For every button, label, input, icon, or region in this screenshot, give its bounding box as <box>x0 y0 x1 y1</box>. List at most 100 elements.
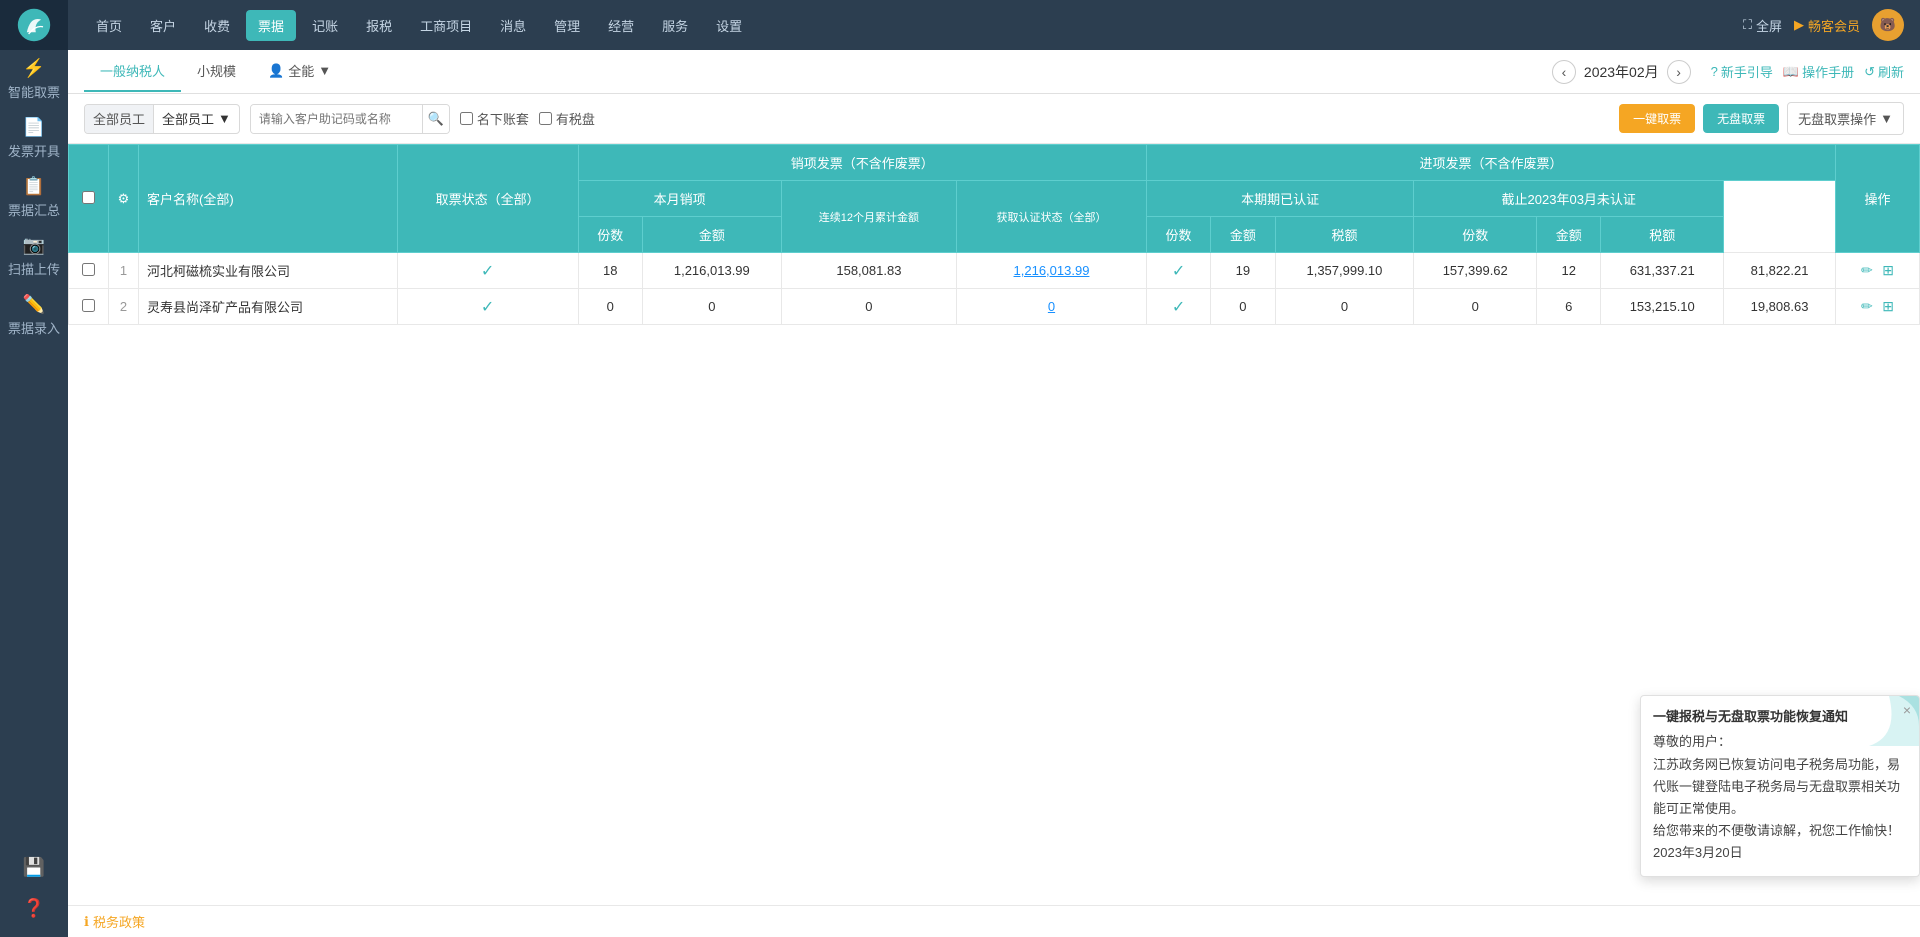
nav-manage[interactable]: 管理 <box>542 10 592 41</box>
row2-select[interactable] <box>82 299 95 312</box>
nav-charge[interactable]: 收费 <box>192 10 242 41</box>
sidebar-item-smart-ticket[interactable]: ⚡ 智能取票 <box>0 50 68 109</box>
row2-checkbox[interactable] <box>69 289 109 325</box>
sidebar: ⚡ 智能取票 📄 发票开具 📋 票据汇总 📷 扫描上传 ✏️ 票据录入 💾 ❓ <box>0 0 68 937</box>
search-box: 🔍 <box>250 104 450 134</box>
tab-general-taxpayer[interactable]: 一般纳税人 <box>84 51 181 92</box>
sidebar-item-help[interactable]: ❓ <box>0 890 68 927</box>
sidebar-item-invoice-entry[interactable]: ✏️ 票据录入 <box>0 286 68 345</box>
row2-uncert-count: 6 <box>1537 289 1601 325</box>
staff-value-text: 全部员工 <box>162 109 214 128</box>
more-dropdown-icon: ▼ <box>1880 111 1893 126</box>
nav-settings[interactable]: 设置 <box>704 10 754 41</box>
staff-selector[interactable]: 全部员工 全部员工 ▼ <box>84 104 240 134</box>
search-input[interactable] <box>251 105 422 133</box>
col-uncert-amount: 金额 <box>1537 217 1601 253</box>
row2-num: 2 <box>109 289 139 325</box>
select-all-checkbox[interactable] <box>82 191 95 204</box>
sidebar-item-issue-invoice[interactable]: 📄 发票开具 <box>0 109 68 168</box>
notification-text: 江苏政务网已恢复访问电子税务局功能，易代账一键登陆电子税务局与无盘取票相关功能可… <box>1653 754 1907 820</box>
pencil-icon: ✏️ <box>23 294 45 315</box>
prev-month-btn[interactable]: ‹ <box>1552 60 1576 84</box>
sidebar-item-scan-upload[interactable]: 📷 扫描上传 <box>0 227 68 286</box>
row1-cumulative-link[interactable]: 1,216,013.99 <box>1014 263 1090 278</box>
sidebar-logo <box>0 0 68 50</box>
row2-uncert-tax: 19,808.63 <box>1724 289 1836 325</box>
checkbox-tax-disk[interactable]: 有税盘 <box>539 109 595 128</box>
row1-checkbox[interactable] <box>69 253 109 289</box>
row1-check-icon: ✓ <box>481 263 494 280</box>
nav-invoice[interactable]: 票据 <box>246 10 296 41</box>
next-month-btn[interactable]: › <box>1667 60 1691 84</box>
nav-customer[interactable]: 客户 <box>138 10 188 41</box>
chevron-down-icon: ▼ <box>318 63 331 78</box>
row2-ticket-status: ✓ <box>397 289 578 325</box>
nav-tax[interactable]: 报税 <box>354 10 404 41</box>
row2-cumulative-link[interactable]: 0 <box>1048 299 1055 314</box>
table-row: 1 河北柯磁梳实业有限公司 ✓ 18 1,216,013.99 158,081.… <box>69 253 1920 289</box>
row1-uncert-count: 12 <box>1537 253 1601 289</box>
col-uncert-count: 份数 <box>1414 217 1537 253</box>
camera-icon: 📷 <box>23 235 45 256</box>
staff-selector-label: 全部员工 <box>85 105 154 133</box>
notification-close-btn[interactable]: × <box>1903 702 1911 718</box>
row1-month-tax: 158,081.83 <box>781 253 956 289</box>
row2-copy-icon[interactable]: ⊞ <box>1882 298 1894 314</box>
staff-selector-value: 全部员工 ▼ <box>154 109 239 128</box>
tab-all[interactable]: 👤 全能 ▼ <box>252 51 347 92</box>
help-icon: ❓ <box>23 898 45 919</box>
row1-edit-icon[interactable]: ✏ <box>1861 262 1873 278</box>
tab-bar: 一般纳税人 小规模 👤 全能 ▼ ‹ 2023年02月 › ? 新手引导 📖 操… <box>68 50 1920 94</box>
row1-cert-icon: ✓ <box>1172 263 1185 280</box>
notification-body: 尊敬的用户： 江苏政务网已恢复访问电子税务局功能，易代账一键登陆电子税务局与无盘… <box>1641 725 1919 876</box>
no-disk-btn[interactable]: 无盘取票 <box>1703 104 1779 133</box>
search-button[interactable]: 🔍 <box>422 105 449 133</box>
nav-operation[interactable]: 经营 <box>596 10 646 41</box>
toolbar-right: 一键取票 无盘取票 无盘取票操作 ▼ <box>1619 102 1904 135</box>
manual-btn[interactable]: 📖 操作手册 <box>1783 62 1854 81</box>
notification-popup: 一键报税与无盘取票功能恢复通知 × 尊敬的用户： 江苏政务网已恢复访问电子税务局… <box>1640 695 1920 877</box>
row2-edit-icon[interactable]: ✏ <box>1861 298 1873 314</box>
tab-small-scale[interactable]: 小规模 <box>181 51 252 92</box>
fullscreen-btn[interactable]: ⛶ 全屏 <box>1743 16 1782 35</box>
staff-dropdown-icon: ▼ <box>218 111 231 126</box>
sidebar-item-save[interactable]: 💾 <box>0 849 68 886</box>
refresh-icon: ↺ <box>1864 64 1875 80</box>
user-avatar[interactable]: 🐻 <box>1872 9 1904 41</box>
row1-uncert-amount: 631,337.21 <box>1601 253 1724 289</box>
checkbox-tax-disk-input[interactable] <box>539 112 552 125</box>
save-icon: 💾 <box>23 857 45 878</box>
tax-policy-link[interactable]: ℹ 税务政策 <box>84 912 145 931</box>
col-month-amount: 金额 <box>642 217 781 253</box>
checkbox-own-account-input[interactable] <box>460 112 473 125</box>
nav-bookkeeping[interactable]: 记账 <box>300 10 350 41</box>
tax-policy-label: 税务政策 <box>93 912 145 931</box>
guide-icon: ? <box>1711 64 1718 79</box>
one-key-btn[interactable]: 一键取票 <box>1619 104 1695 133</box>
document-icon: 📄 <box>23 117 45 138</box>
nav-service[interactable]: 服务 <box>650 10 700 41</box>
checkbox-own-account[interactable]: 名下账套 <box>460 109 529 128</box>
row1-month-amount: 1,216,013.99 <box>642 253 781 289</box>
row1-uncert-tax: 81,822.21 <box>1724 253 1836 289</box>
nav-home[interactable]: 首页 <box>84 10 134 41</box>
lightning-icon: ⚡ <box>23 58 45 79</box>
nav-business[interactable]: 工商项目 <box>408 10 484 41</box>
notification-title: 一键报税与无盘取票功能恢复通知 <box>1653 706 1907 725</box>
row2-cumulative[interactable]: 0 <box>957 289 1147 325</box>
row1-period-tax: 157,399.62 <box>1414 253 1537 289</box>
row2-name: 灵寿县尚泽矿产品有限公司 <box>139 289 398 325</box>
row1-cumulative[interactable]: 1,216,013.99 <box>957 253 1147 289</box>
nav-message[interactable]: 消息 <box>488 10 538 41</box>
row1-copy-icon[interactable]: ⊞ <box>1882 262 1894 278</box>
sidebar-item-invoice-summary[interactable]: 📋 票据汇总 <box>0 168 68 227</box>
more-ops-btn[interactable]: 无盘取票操作 ▼ <box>1787 102 1904 135</box>
row1-select[interactable] <box>82 263 95 276</box>
new-guide-btn[interactable]: ? 新手引导 <box>1711 62 1773 81</box>
notification-date: 2023年3月20日 <box>1653 842 1907 864</box>
row1-num: 1 <box>109 253 139 289</box>
row2-month-count: 0 <box>578 289 642 325</box>
row2-month-tax: 0 <box>781 289 956 325</box>
refresh-btn[interactable]: ↺ 刷新 <box>1864 62 1904 81</box>
vip-btn[interactable]: ▶ 畅客会员 <box>1794 16 1860 35</box>
